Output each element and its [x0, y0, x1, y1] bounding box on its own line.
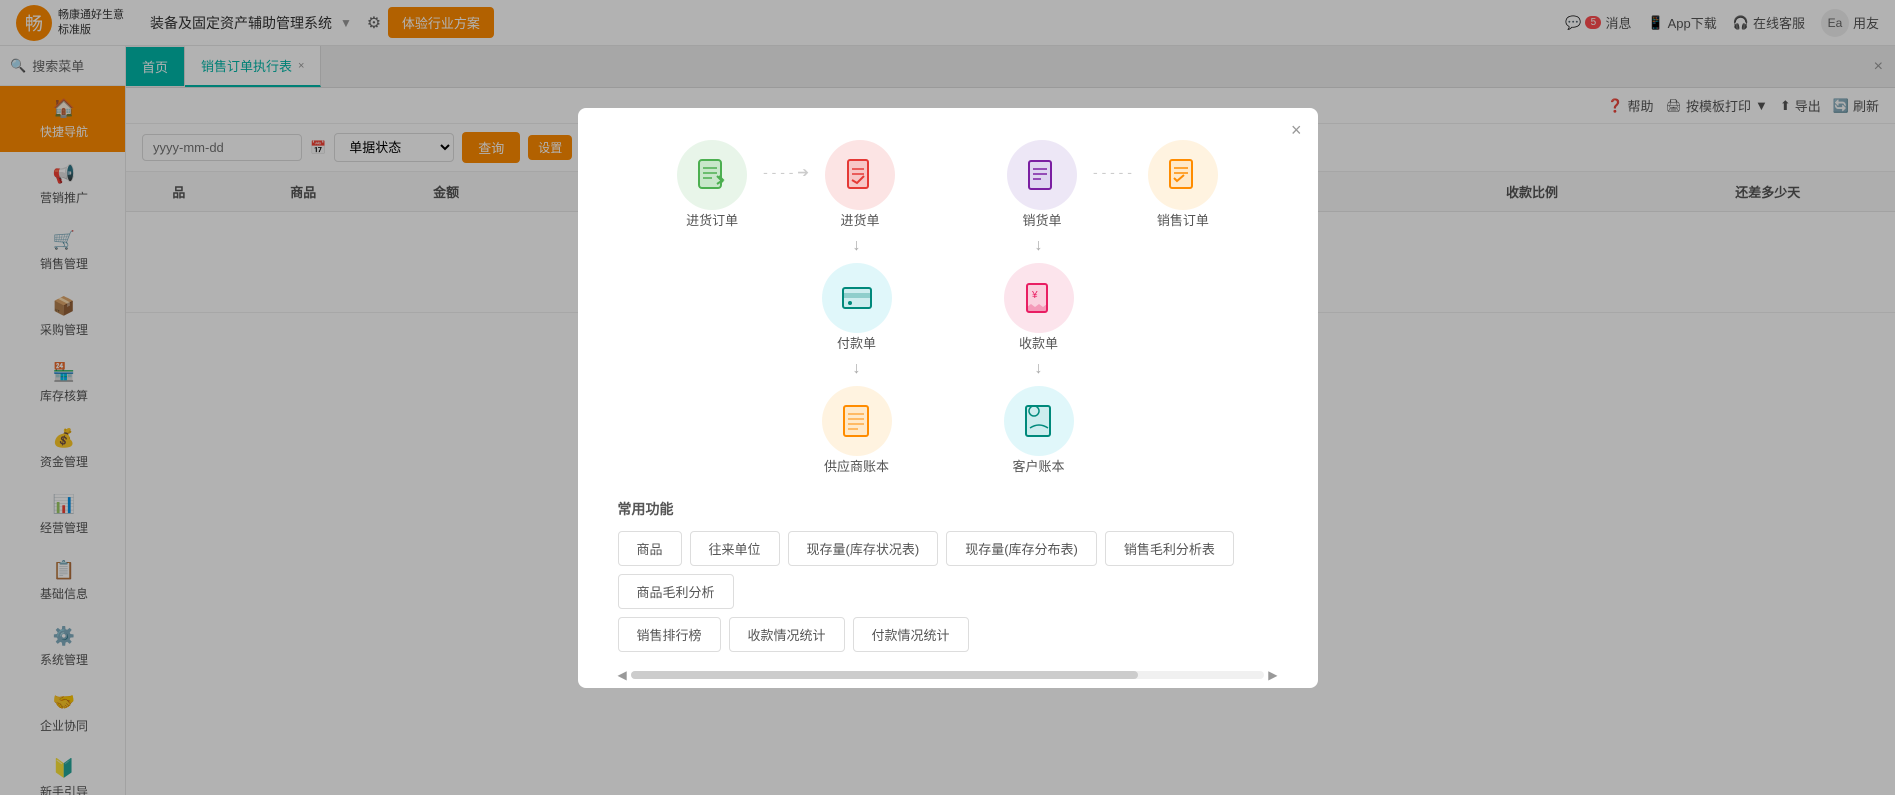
scrollbar-right-arrow[interactable]: ▶	[1268, 668, 1277, 682]
down-arrow-sales: ↓	[1004, 237, 1074, 255]
func-buttons-row1: 商品 往来单位 现存量(库存状况表) 现存量(库存分布表) 销售毛利分析表 商品…	[618, 531, 1278, 609]
func-btn-product-profit[interactable]: 商品毛利分析	[618, 574, 734, 609]
sales-bill-icon	[1007, 140, 1077, 210]
flow-payment[interactable]: 付款单	[822, 263, 892, 352]
common-functions-title: 常用功能	[618, 499, 1278, 519]
purchase-order-icon	[677, 140, 747, 210]
func-btn-receipt-stats[interactable]: 收款情况统计	[729, 617, 845, 652]
flow-purchase-bill[interactable]: 进货单	[825, 140, 895, 229]
func-btn-counterparty[interactable]: 往来单位	[690, 531, 780, 566]
scrollbar-left-arrow[interactable]: ◀	[618, 668, 627, 682]
sales-order-label: 销售订单	[1157, 210, 1209, 229]
arrow-h1: - - - - ➔	[763, 164, 809, 181]
flow-receipt[interactable]: ¥ 收款单	[1004, 263, 1074, 352]
func-btn-payment-stats[interactable]: 付款情况统计	[853, 617, 969, 652]
svg-text:¥: ¥	[1031, 290, 1038, 301]
flow-purchase-order[interactable]: 进货订单	[677, 140, 747, 229]
func-buttons-row2: 销售排行榜 收款情况统计 付款情况统计	[618, 617, 1278, 652]
flow-supplier-ledger[interactable]: 供应商账本	[822, 386, 892, 475]
customer-ledger-label: 客户账本	[1012, 456, 1064, 475]
flow-section: 进货订单 - - - - ➔ 进货单	[618, 140, 1278, 475]
common-functions: 常用功能 商品 往来单位 现存量(库存状况表) 现存量(库存分布表) 销售毛利分…	[618, 499, 1278, 652]
scrollbar-thumb[interactable]	[631, 671, 1138, 679]
arrow-h2: - - - - -	[1093, 164, 1132, 180]
payment-label: 付款单	[837, 333, 876, 352]
purchase-bill-label: 进货单	[841, 210, 880, 229]
scrollbar-track[interactable]	[631, 671, 1265, 679]
flow-customer-ledger[interactable]: 客户账本	[1004, 386, 1074, 475]
flow-sales-bill[interactable]: 销货单	[1007, 140, 1077, 229]
modal: × 进货订单 - - - - ➔	[578, 108, 1318, 688]
sales-bill-label: 销货单	[1023, 210, 1062, 229]
down-arrow-payment: ↓	[822, 360, 892, 378]
receipt-icon: ¥	[1004, 263, 1074, 333]
flow-sales-order[interactable]: 销售订单	[1148, 140, 1218, 229]
down-arrow-receipt: ↓	[1004, 360, 1074, 378]
receipt-label: 收款单	[1019, 333, 1058, 352]
modal-scrollbar: ◀ ▶	[618, 668, 1278, 682]
modal-overlay[interactable]: × 进货订单 - - - - ➔	[0, 0, 1895, 795]
payment-icon	[822, 263, 892, 333]
func-btn-stock-status[interactable]: 现存量(库存状况表)	[788, 531, 939, 566]
supplier-ledger-label: 供应商账本	[824, 456, 889, 475]
func-btn-stock-dist[interactable]: 现存量(库存分布表)	[946, 531, 1097, 566]
down-arrow-purchase: ↓	[822, 237, 892, 255]
func-btn-sales-profit[interactable]: 销售毛利分析表	[1105, 531, 1234, 566]
func-btn-product[interactable]: 商品	[618, 531, 682, 566]
modal-close-button[interactable]: ×	[1291, 120, 1302, 141]
sales-order-icon	[1148, 140, 1218, 210]
supplier-ledger-icon	[822, 386, 892, 456]
func-btn-sales-ranking[interactable]: 销售排行榜	[618, 617, 721, 652]
purchase-bill-icon	[825, 140, 895, 210]
customer-ledger-icon	[1004, 386, 1074, 456]
purchase-order-label: 进货订单	[686, 210, 738, 229]
